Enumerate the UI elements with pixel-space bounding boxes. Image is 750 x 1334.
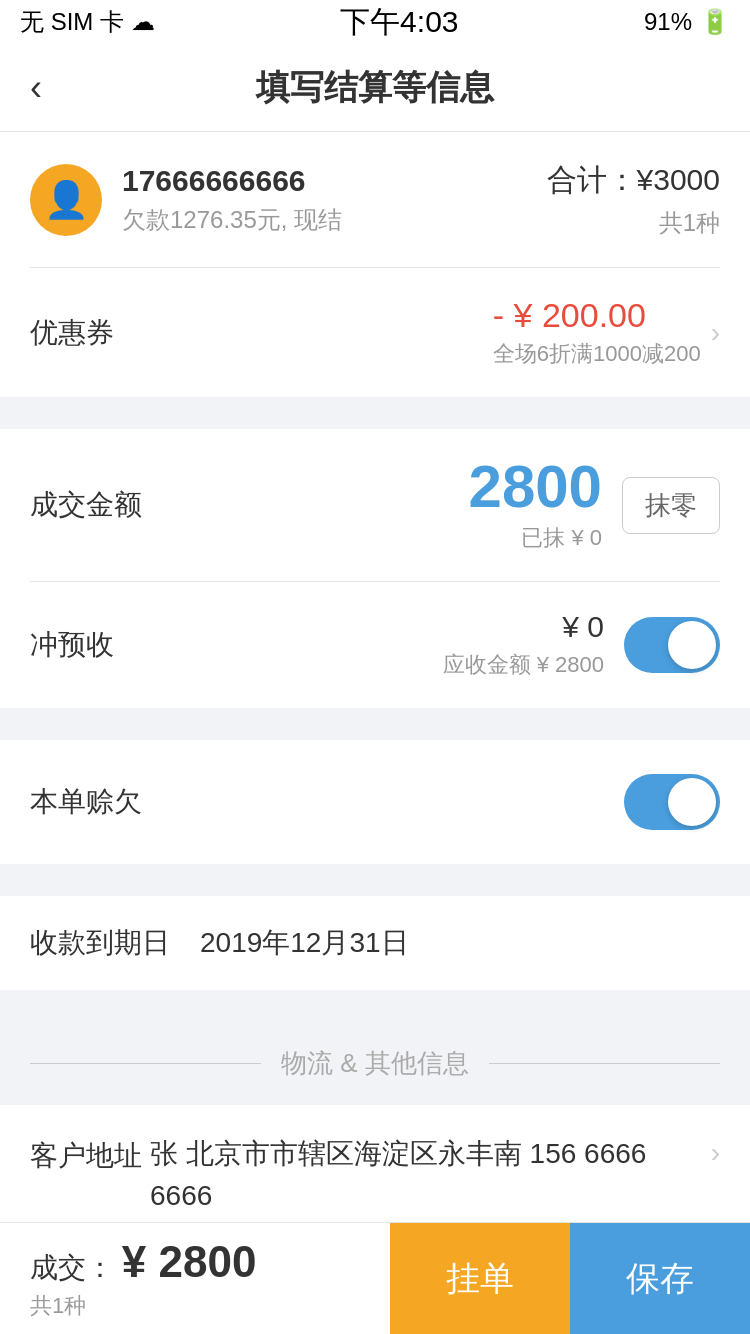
prepay-label: 冲预收 — [30, 626, 114, 664]
logistics-header: 物流 & 其他信息 — [0, 1022, 750, 1105]
address-label: 客户地址 — [30, 1133, 150, 1175]
address-chevron-icon: › — [711, 1133, 720, 1169]
status-bar-right: 91% 🔋 — [644, 8, 730, 36]
coupon-label: 优惠券 — [30, 314, 114, 352]
footer-amount: ¥ 2800 — [122, 1237, 257, 1286]
back-button[interactable]: ‹ — [30, 67, 42, 109]
duedate-card: 收款到期日 2019年12月31日 — [0, 896, 750, 990]
duedate-value: 2019年12月31日 — [200, 924, 409, 962]
customer-left: 👤 17666666666 欠款1276.35元, 现结 — [30, 164, 342, 236]
toggle-knob — [668, 621, 716, 669]
deal-label: 成交金额 — [30, 486, 142, 524]
prepay-amount-block: ¥ 0 应收金额 ¥ 2800 — [443, 610, 604, 680]
duedate-label: 收款到期日 — [30, 924, 170, 962]
section-gap-1 — [0, 413, 750, 429]
page-title: 填写结算等信息 — [256, 65, 494, 111]
debit-toggle-knob — [668, 778, 716, 826]
section-gap-2 — [0, 724, 750, 740]
coupon-right: - ¥ 200.00 全场6折满1000减200 › — [493, 296, 720, 369]
customer-row: 👤 17666666666 欠款1276.35元, 现结 合计：¥3000 共1… — [0, 132, 750, 267]
deal-right: 2800 已抹 ¥ 0 抹零 — [469, 457, 720, 553]
customer-info: 17666666666 欠款1276.35元, 现结 — [122, 164, 342, 236]
customer-phone: 17666666666 — [122, 164, 342, 198]
coupon-discount: - ¥ 200.00 — [493, 296, 701, 335]
deal-amount: 2800 — [469, 457, 602, 517]
section-gap-3 — [0, 880, 750, 896]
duedate-row: 收款到期日 2019年12月31日 — [0, 896, 750, 990]
prepay-amount: ¥ 0 — [443, 610, 604, 644]
status-bar-time: 下午4:03 — [340, 2, 458, 43]
status-bar-left: 无 SIM 卡 ☁ — [20, 6, 155, 38]
customer-total: 合计：¥3000 — [547, 160, 720, 201]
prepay-row: 冲预收 ¥ 0 应收金额 ¥ 2800 — [0, 582, 750, 708]
avatar-icon: 👤 — [44, 179, 89, 221]
customer-card: 👤 17666666666 欠款1276.35元, 现结 合计：¥3000 共1… — [0, 132, 750, 397]
debit-card: 本单赊欠 — [0, 740, 750, 864]
sim-status: 无 SIM 卡 ☁ — [20, 6, 155, 38]
coupon-desc: 全场6折满1000减200 — [493, 339, 701, 369]
deal-row: 成交金额 2800 已抹 ¥ 0 抹零 — [0, 429, 750, 581]
deal-card: 成交金额 2800 已抹 ¥ 0 抹零 冲预收 ¥ 0 应收金额 ¥ 2800 — [0, 429, 750, 708]
debit-toggle[interactable] — [624, 774, 720, 830]
footer-count: 共1种 — [30, 1291, 360, 1321]
address-value: 张 北京市市辖区海淀区永丰南 156 6666 6666 — [150, 1133, 711, 1217]
debit-label: 本单赊欠 — [30, 783, 142, 821]
avatar: 👤 — [30, 164, 102, 236]
chevron-right-icon: › — [711, 317, 720, 349]
footer: 成交： ¥ 2800 共1种 挂单 保存 — [0, 1222, 750, 1334]
debit-row: 本单赊欠 — [0, 740, 750, 864]
logistics-title: 物流 & 其他信息 — [261, 1046, 489, 1081]
battery-icon: 🔋 — [700, 8, 730, 36]
content: 👤 17666666666 欠款1276.35元, 现结 合计：¥3000 共1… — [0, 132, 750, 1334]
customer-count: 共1种 — [547, 207, 720, 239]
footer-info: 成交： ¥ 2800 共1种 — [0, 1237, 390, 1321]
footer-deal-line: 成交： ¥ 2800 — [30, 1237, 360, 1287]
prepay-right: ¥ 0 应收金额 ¥ 2800 — [443, 610, 720, 680]
customer-debt: 欠款1276.35元, 现结 — [122, 204, 342, 236]
prepay-toggle[interactable] — [624, 617, 720, 673]
save-button[interactable]: 保存 — [570, 1223, 750, 1335]
deal-sub: 已抹 ¥ 0 — [469, 523, 602, 553]
hang-button[interactable]: 挂单 — [390, 1223, 570, 1335]
section-gap-4 — [0, 1006, 750, 1022]
nav-bar: ‹ 填写结算等信息 — [0, 44, 750, 132]
round-down-button[interactable]: 抹零 — [622, 477, 720, 534]
customer-right: 合计：¥3000 共1种 — [547, 160, 720, 239]
prepay-sub: 应收金额 ¥ 2800 — [443, 650, 604, 680]
coupon-row[interactable]: 优惠券 - ¥ 200.00 全场6折满1000减200 › — [0, 268, 750, 397]
status-bar: 无 SIM 卡 ☁ 下午4:03 91% 🔋 — [0, 0, 750, 44]
battery-status: 91% — [644, 8, 692, 36]
footer-deal-label: 成交： — [30, 1252, 114, 1283]
